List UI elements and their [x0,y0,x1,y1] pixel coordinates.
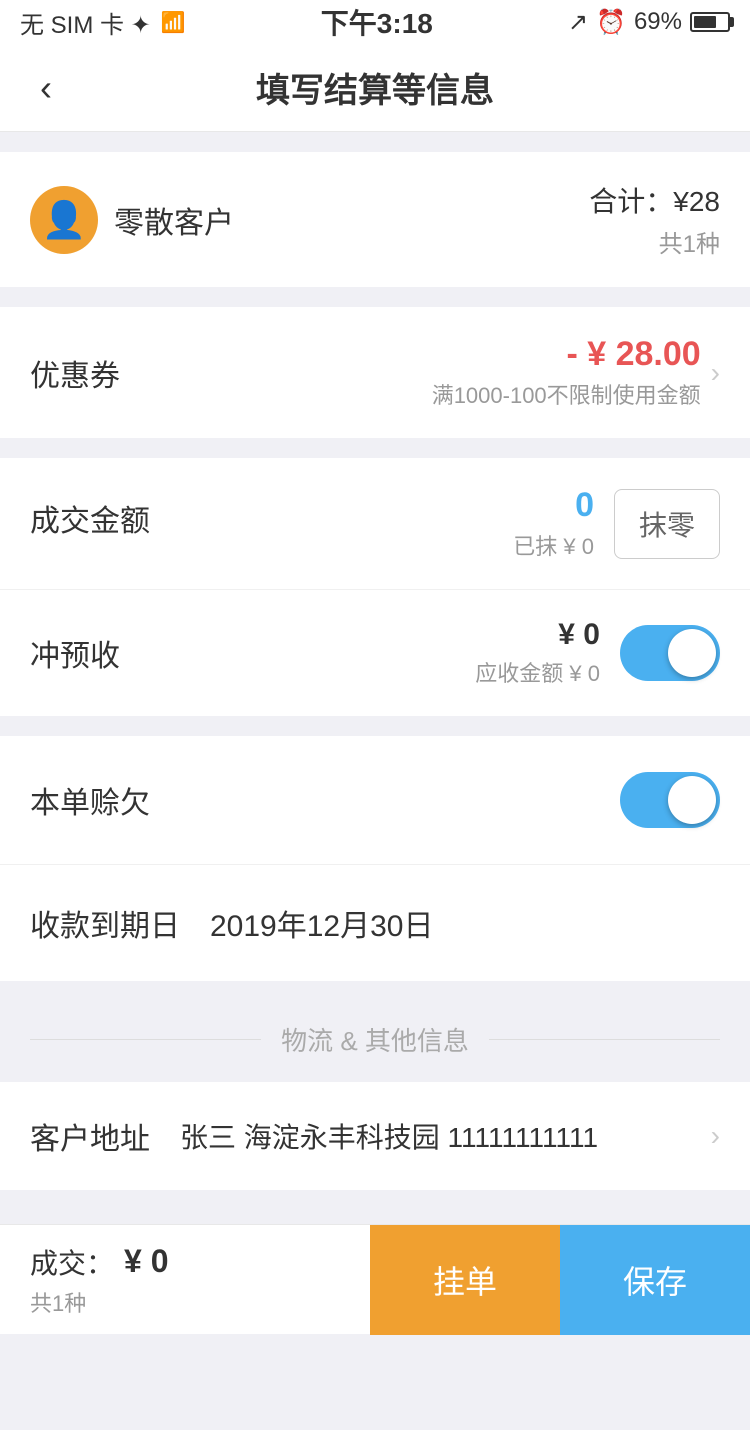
back-button[interactable]: ‹ [30,57,62,119]
address-right: › [711,1120,720,1152]
deal-amount-row: 成交金额 0 已抹 ¥ 0 抹零 [0,458,750,590]
precharge-toggle[interactable] [620,625,720,681]
deal-amount-value: 0 [513,486,594,525]
status-right: ↗ ⏰ 69% [568,8,730,37]
divider-1 [0,132,750,152]
customer-row: 👤 零散客户 合计：¥28 共1种 [0,152,750,287]
bottom-summary: 成交： ¥ 0 共1种 [0,1242,370,1318]
battery-percent: 69% [634,8,682,36]
customer-left: 👤 零散客户 [30,186,234,254]
debt-toggle[interactable] [620,772,720,828]
duedate-value: 2019年12月30日 [210,901,433,945]
address-row[interactable]: 客户地址 张三 海淀永丰科技园 11111111111 › [0,1082,750,1190]
battery-icon [690,12,730,32]
duedate-label: 收款到期日 [30,901,180,945]
bottom-count: 共1种 [30,1286,340,1318]
debt-section: 本单赊欠 收款到期日 2019年12月30日 [0,736,750,981]
logistics-label: 物流 & 其他信息 [261,1021,489,1058]
coupon-description: 满1000-100不限制使用金额 [432,378,701,410]
nav-bar: ‹ 填写结算等信息 [0,44,750,132]
precharge-right: ¥ 0 应收金额 ¥ 0 [475,618,720,688]
status-bar: 无 SIM 卡 ✦ 📶 下午3:18 ↗ ⏰ 69% [0,0,750,44]
bottom-deal-amount: ¥ 0 [124,1243,168,1280]
deal-section: 成交金额 0 已抹 ¥ 0 抹零 冲预收 ¥ 0 应收金额 ¥ 0 [0,458,750,716]
address-label: 客户地址 [30,1114,150,1158]
sim-label: 无 SIM 卡 ✦ [20,5,151,40]
debt-row: 本单赊欠 [0,736,750,864]
divider-5 [0,981,750,1001]
header-line-right [489,1039,720,1040]
customer-count: 共1种 [589,224,720,259]
precharge-label: 冲预收 [30,631,120,675]
save-button[interactable]: 保存 [560,1225,750,1335]
customer-right: 合计：¥28 共1种 [589,180,720,259]
deal-right: 0 已抹 ¥ 0 抹零 [513,486,720,561]
precharge-row: 冲预收 ¥ 0 应收金额 ¥ 0 [0,590,750,716]
divider-2 [0,287,750,307]
deal-sub-label: 已抹 ¥ 0 [513,529,594,561]
avatar-icon: 👤 [42,199,87,241]
coupon-detail: - ¥ 28.00 满1000-100不限制使用金额 [432,335,701,410]
precharge-amount: ¥ 0 [475,618,600,652]
coupon-label: 优惠券 [30,351,120,395]
bottom-deal-row: 成交： ¥ 0 [30,1242,340,1282]
precharge-sub: 应收金额 ¥ 0 [475,656,600,688]
bottom-deal-label: 成交： [30,1242,114,1282]
precharge-amount-block: ¥ 0 应收金额 ¥ 0 [475,618,600,688]
wifi-icon: 📶 [161,10,186,35]
toggle-knob [668,629,716,677]
debt-label: 本单赊欠 [30,778,150,822]
deal-amount-label: 成交金额 [30,486,150,540]
address-value: 张三 海淀永丰科技园 11111111111 [180,1116,711,1156]
chevron-right-icon: › [711,357,720,389]
round-off-button[interactable]: 抹零 [614,489,720,559]
status-time: 下午3:18 [321,2,433,42]
debt-toggle-knob [668,776,716,824]
hold-button[interactable]: 挂单 [370,1225,560,1335]
alarm-icon: ⏰ [596,8,626,37]
logistics-header: 物流 & 其他信息 [0,1001,750,1078]
location-icon: ↗ [568,8,588,37]
bottom-bar: 成交： ¥ 0 共1种 挂单 保存 [0,1224,750,1334]
coupon-row[interactable]: 优惠券 - ¥ 28.00 满1000-100不限制使用金额 › [0,307,750,438]
divider-4 [0,716,750,736]
customer-name: 零散客户 [114,198,234,242]
status-left: 无 SIM 卡 ✦ 📶 [20,5,186,40]
page-title: 填写结算等信息 [256,63,494,112]
customer-total: 合计：¥28 [589,180,720,220]
deal-amount-block: 0 已抹 ¥ 0 [513,486,594,561]
avatar: 👤 [30,186,98,254]
coupon-right: - ¥ 28.00 满1000-100不限制使用金额 › [432,335,720,410]
divider-3 [0,438,750,458]
duedate-row: 收款到期日 2019年12月30日 [0,864,750,981]
coupon-amount: - ¥ 28.00 [432,335,701,374]
address-chevron-icon: › [711,1120,720,1152]
header-line-left [30,1039,261,1040]
